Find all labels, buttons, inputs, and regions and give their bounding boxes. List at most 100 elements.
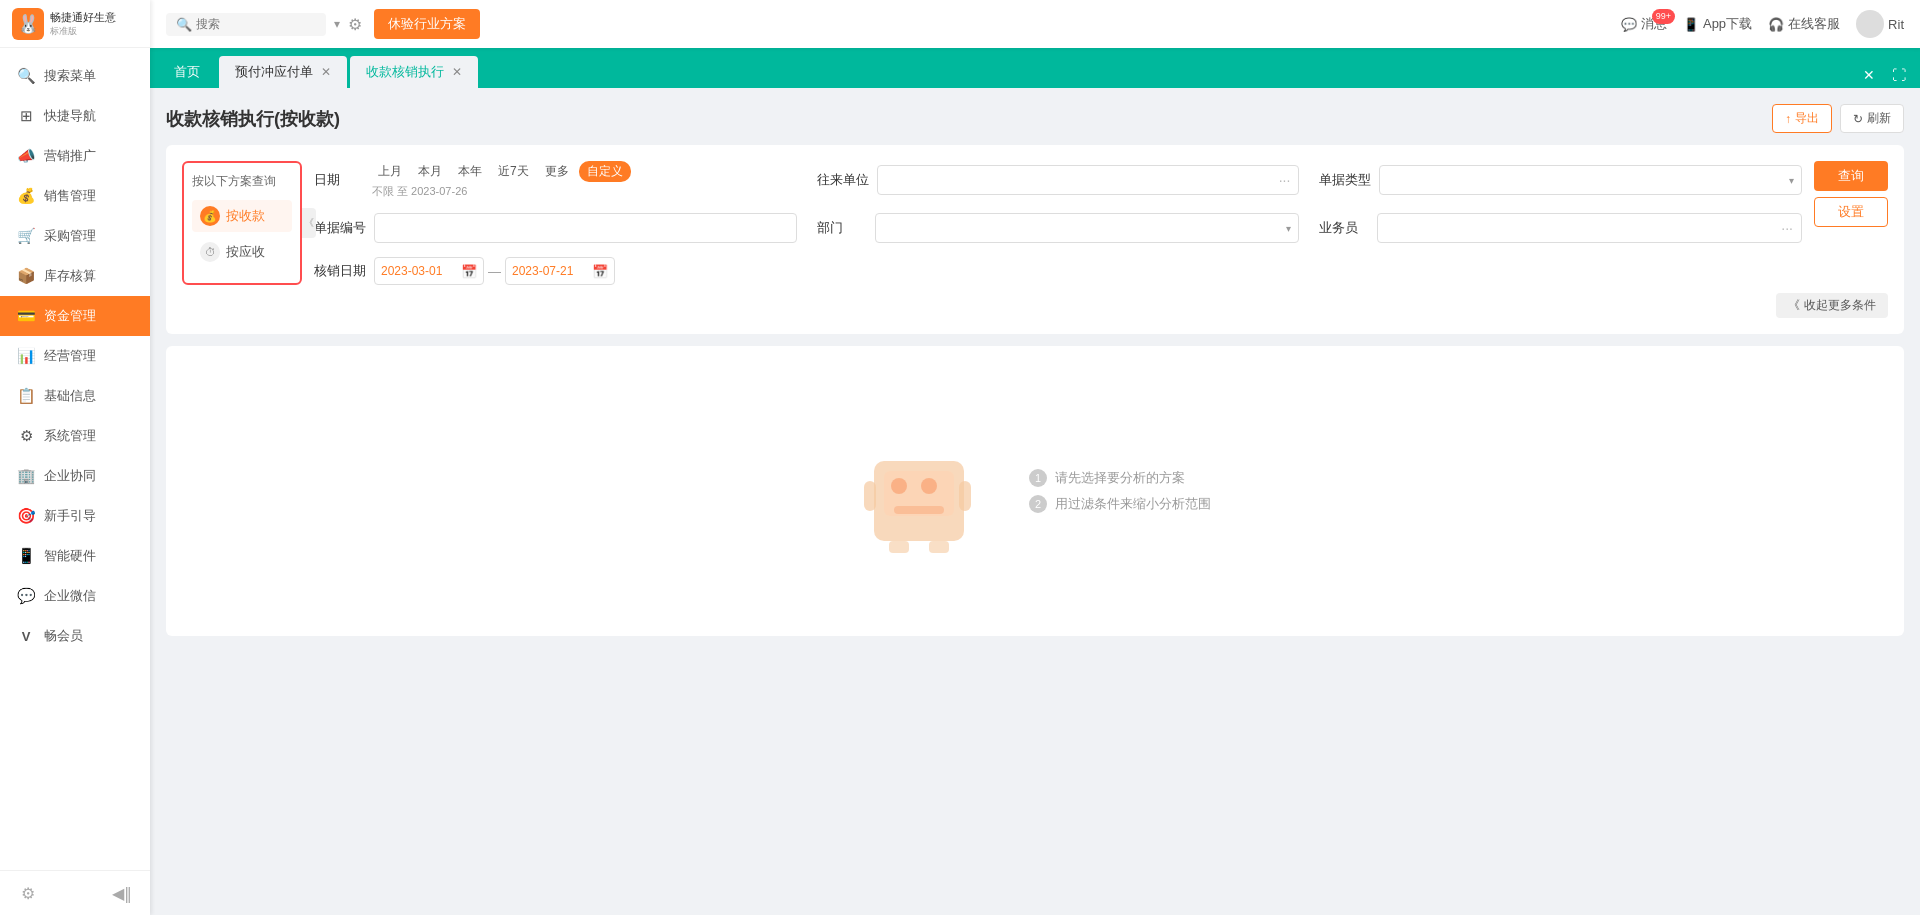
- filter-by-receipt[interactable]: 💰 按收款: [192, 200, 292, 232]
- refresh-button[interactable]: ↻ 刷新: [1840, 104, 1904, 133]
- sidebar-item-marketing[interactable]: 📣 营销推广: [0, 136, 150, 176]
- date-label: 日期: [314, 171, 364, 189]
- date-this-month-btn[interactable]: 本月: [412, 161, 448, 182]
- filter-actions-row: 《 收起更多条件: [182, 285, 1888, 318]
- sidebar-item-hardware[interactable]: 📱 智能硬件: [0, 536, 150, 576]
- sidebar-item-enterprise[interactable]: 🏢 企业协同: [0, 456, 150, 496]
- employee-input[interactable]: [1386, 221, 1781, 235]
- collapse-sidebar-icon[interactable]: ◀‖: [110, 881, 134, 905]
- filter-receipt-icon: 💰: [200, 206, 220, 226]
- sidebar-item-inventory[interactable]: 📦 库存核算: [0, 256, 150, 296]
- date-last-month-btn[interactable]: 上月: [372, 161, 408, 182]
- filter-counterpart-field: 往来单位 ···: [817, 161, 1300, 199]
- doc-type-select[interactable]: [1379, 165, 1802, 195]
- date-this-year-btn[interactable]: 本年: [452, 161, 488, 182]
- sidebar-item-guide[interactable]: 🎯 新手引导: [0, 496, 150, 536]
- message-icon: 💬: [1621, 17, 1637, 32]
- writeoff-date-start-input[interactable]: [381, 264, 461, 278]
- filter-top: 按以下方案查询 💰 按收款 ⏱ 按应收 《: [182, 161, 1888, 285]
- main-content: 🔍 ▾ ⚙ 休验行业方案 💬 消息 99+ 📱 App下载 🎧 在线客服 Rit: [150, 0, 1920, 915]
- business-icon: 📊: [16, 346, 36, 366]
- writeoff-date-start-wrapper: 📅: [374, 257, 484, 285]
- system-icon: ⚙: [16, 426, 36, 446]
- collapse-more-button[interactable]: 《 收起更多条件: [1776, 293, 1888, 318]
- svg-point-3: [921, 478, 937, 494]
- user-profile[interactable]: Rit: [1856, 10, 1904, 38]
- topbar-chevron-icon[interactable]: ▾: [334, 17, 340, 31]
- date-7days-btn[interactable]: 近7天: [492, 161, 535, 182]
- filter-date-field: 日期 上月 本月 本年 近7天 更多 自定义: [314, 161, 797, 199]
- dept-label: 部门: [817, 219, 867, 237]
- sidebar-item-search-menu[interactable]: 🔍 搜索菜单: [0, 56, 150, 96]
- writeoff-date-end-wrapper: 📅: [505, 257, 615, 285]
- svg-rect-4: [894, 506, 944, 514]
- logo-text: 畅捷通好生意 标准版: [50, 9, 116, 37]
- filter-writeoff-date-field: 核销日期 📅 — 📅: [314, 257, 797, 285]
- svg-point-2: [891, 478, 907, 494]
- tab-prepay[interactable]: 预付冲应付单 ✕: [219, 56, 347, 88]
- export-icon: ↑: [1785, 112, 1791, 126]
- doc-number-label: 单据编号: [314, 219, 366, 237]
- svg-rect-7: [889, 541, 909, 553]
- topbar-gear-icon[interactable]: ⚙: [348, 15, 362, 34]
- filter-right-buttons: 查询 设置: [1814, 161, 1888, 285]
- online-service-button[interactable]: 🎧 在线客服: [1768, 15, 1840, 33]
- tab-receipt-writeoff[interactable]: 收款核销执行 ✕: [350, 56, 478, 88]
- export-button[interactable]: ↑ 导出: [1772, 104, 1832, 133]
- writeoff-date-label: 核销日期: [314, 262, 366, 280]
- sidebar-item-basic-info[interactable]: 📋 基础信息: [0, 376, 150, 416]
- tab-close-all-icon[interactable]: ✕: [1856, 62, 1882, 88]
- messages-button[interactable]: 💬 消息 99+: [1621, 15, 1667, 33]
- tab-receipt-writeoff-close-icon[interactable]: ✕: [452, 65, 462, 79]
- date-more-btn[interactable]: 更多: [539, 161, 575, 182]
- sidebar-item-purchase[interactable]: 🛒 采购管理: [0, 216, 150, 256]
- sidebar-item-wechat[interactable]: 💬 企业微信: [0, 576, 150, 616]
- service-icon: 🎧: [1768, 17, 1784, 32]
- doc-number-input[interactable]: [374, 213, 797, 243]
- date-sub-label: 不限 至 2023-07-26: [372, 184, 797, 199]
- purchase-icon: 🛒: [16, 226, 36, 246]
- writeoff-start-calendar-icon[interactable]: 📅: [461, 264, 477, 279]
- counterpart-dots-icon[interactable]: ···: [1279, 172, 1291, 188]
- settings-icon[interactable]: ⚙: [16, 881, 40, 905]
- tab-prepay-close-icon[interactable]: ✕: [321, 65, 331, 79]
- dept-select[interactable]: [875, 213, 1300, 243]
- wechat-icon: 💬: [16, 586, 36, 606]
- tab-expand-icon[interactable]: ⛶: [1886, 62, 1912, 88]
- basic-info-icon: 📋: [16, 386, 36, 406]
- employee-dots-icon[interactable]: ···: [1781, 220, 1793, 236]
- marketing-icon: 📣: [16, 146, 36, 166]
- filter-grid: 日期 上月 本月 本年 近7天 更多 自定义: [314, 161, 1802, 285]
- sidebar-item-member[interactable]: V 畅会员: [0, 616, 150, 656]
- tab-bar-controls: ✕ ⛶: [1856, 62, 1912, 88]
- sidebar-item-quick-nav[interactable]: ⊞ 快捷导航: [0, 96, 150, 136]
- sidebar-item-finance[interactable]: 💳 资金管理: [0, 296, 150, 336]
- filter-by-receivable[interactable]: ⏱ 按应收: [192, 236, 292, 268]
- date-custom-btn[interactable]: 自定义: [579, 161, 631, 182]
- writeoff-date-range: 📅 — 📅: [374, 257, 615, 285]
- dept-select-wrapper: [875, 213, 1300, 243]
- writeoff-date-end-input[interactable]: [512, 264, 592, 278]
- member-icon: V: [16, 626, 36, 646]
- sidebar-item-system[interactable]: ⚙ 系统管理: [0, 416, 150, 456]
- settings-button[interactable]: 设置: [1814, 197, 1888, 227]
- sidebar-item-business[interactable]: 📊 经营管理: [0, 336, 150, 376]
- industry-plan-button[interactable]: 休验行业方案: [374, 9, 480, 39]
- topbar: 🔍 ▾ ⚙ 休验行业方案 💬 消息 99+ 📱 App下载 🎧 在线客服 Rit: [150, 0, 1920, 48]
- refresh-icon: ↻: [1853, 112, 1863, 126]
- counterpart-input[interactable]: [886, 173, 1279, 187]
- query-button[interactable]: 查询: [1814, 161, 1888, 191]
- filter-row-3: 核销日期 📅 — 📅: [314, 257, 1802, 285]
- hardware-icon: 📱: [16, 546, 36, 566]
- filter-collapse-arrow[interactable]: 《: [302, 208, 316, 238]
- app-download-button[interactable]: 📱 App下载: [1683, 15, 1752, 33]
- topbar-search-box[interactable]: 🔍: [166, 13, 326, 36]
- sidebar-bottom: ⚙ ◀‖: [0, 870, 150, 915]
- tab-home[interactable]: 首页: [158, 56, 216, 88]
- topbar-search-input[interactable]: [196, 17, 316, 31]
- filter-form-area: 日期 上月 本月 本年 近7天 更多 自定义: [314, 161, 1888, 285]
- empty-hint-1: 1 请先选择要分析的方案: [1029, 469, 1185, 487]
- writeoff-end-calendar-icon[interactable]: 📅: [592, 264, 608, 279]
- filter-receivable-icon: ⏱: [200, 242, 220, 262]
- sidebar-item-sales[interactable]: 💰 销售管理: [0, 176, 150, 216]
